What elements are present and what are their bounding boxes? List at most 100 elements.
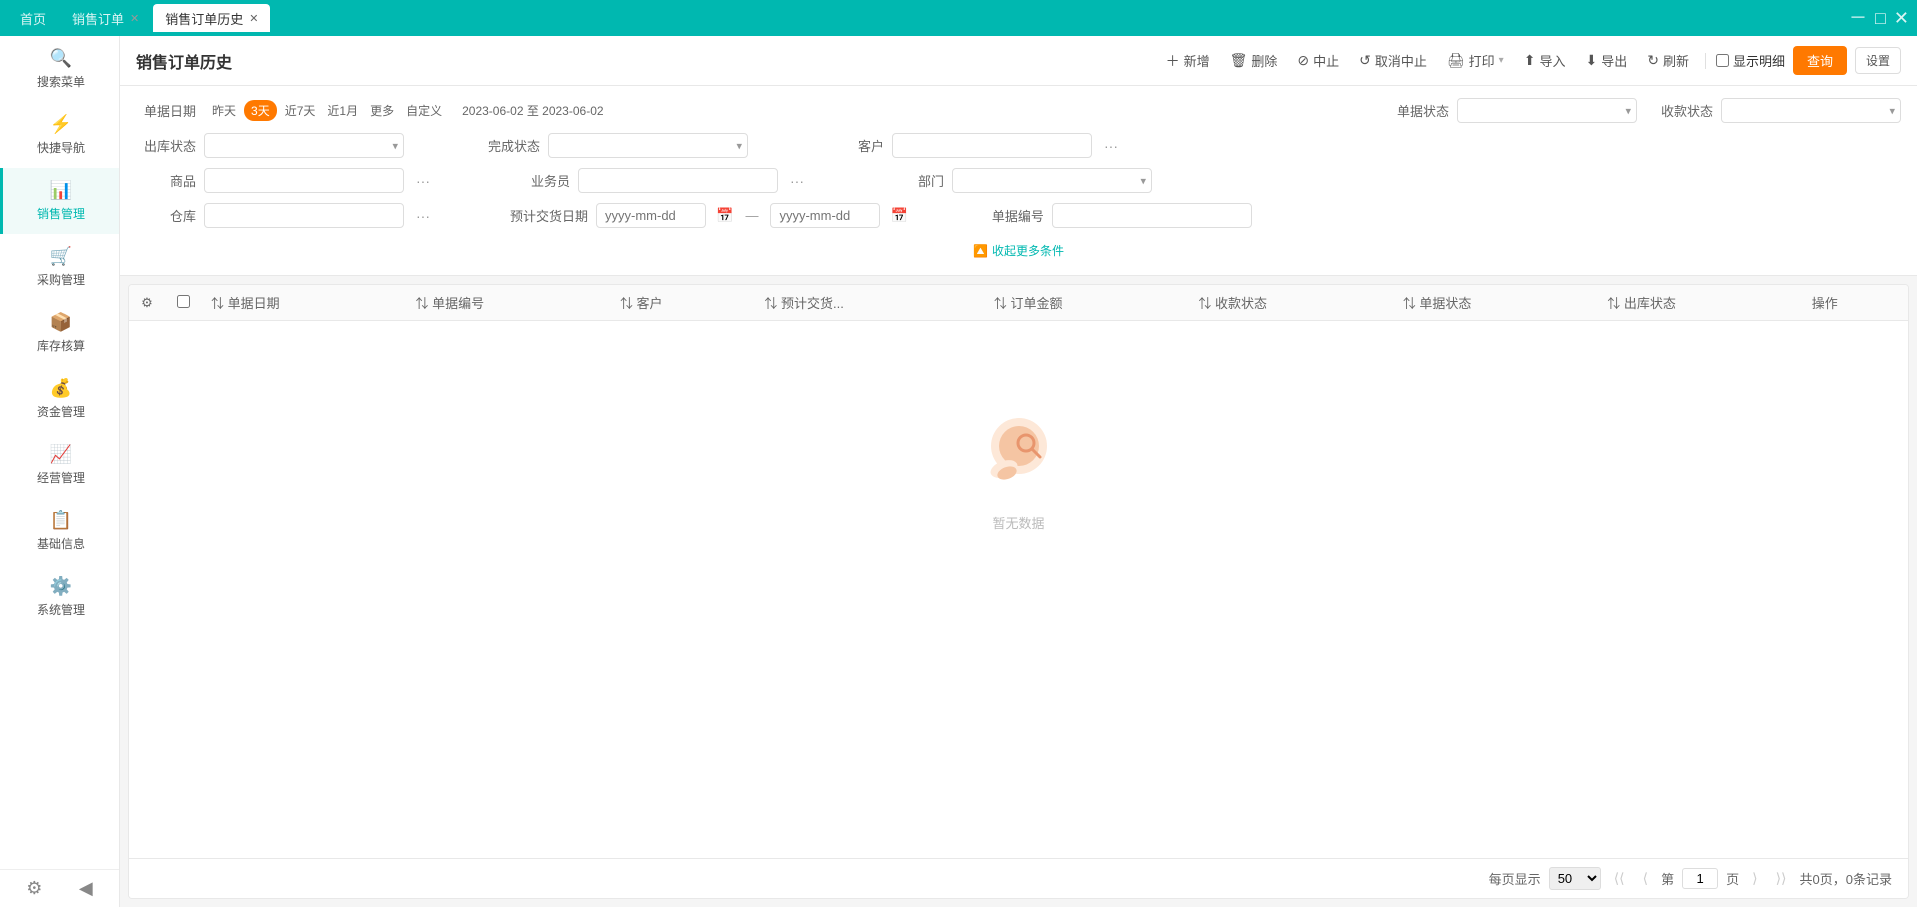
show-detail-checkbox[interactable]: [1716, 54, 1729, 67]
th-customer[interactable]: ⇅ 客户: [610, 285, 754, 321]
date-btn-3days[interactable]: 3天: [244, 100, 277, 121]
close-button[interactable]: ✕: [1894, 9, 1909, 27]
settings-button[interactable]: 设置: [1855, 47, 1901, 74]
customer-input[interactable]: [892, 133, 1092, 158]
delete-label: 删除: [1251, 51, 1277, 70]
date-btn-more[interactable]: 更多: [366, 100, 398, 121]
th-date[interactable]: ⇅ 单据日期: [201, 285, 405, 321]
next-page-button[interactable]: ⟩: [1747, 868, 1762, 889]
select-all-checkbox[interactable]: [177, 295, 190, 308]
order-number-input[interactable]: [1052, 203, 1252, 228]
tab-sales-order-close[interactable]: ✕: [130, 12, 139, 25]
filter-row-3: 商品 ··· 业务员 ··· 部门: [136, 168, 1901, 193]
export-label: 导出: [1601, 51, 1627, 70]
gear-icon[interactable]: ⚙: [141, 295, 153, 310]
toolbar-divider: [1705, 53, 1706, 69]
order-status-select[interactable]: [1457, 98, 1637, 123]
tab-sales-order-history[interactable]: 销售订单历史 ✕: [153, 4, 270, 32]
data-table: ⚙ ⇅ 单据日期 ⇅ 单据编号: [129, 285, 1908, 321]
payment-status-select-wrapper: [1721, 98, 1901, 123]
filter-row-1: 单据日期 昨天 3天 近7天 近1月 更多 自定义 2023-06-02 至 2…: [136, 98, 1901, 123]
collapse-row: 🔼 收起更多条件: [136, 238, 1901, 263]
delete-button[interactable]: 🗑 删除: [1224, 47, 1284, 74]
collapse-label: 收起更多条件: [992, 242, 1064, 259]
delivery-date-end-input[interactable]: [770, 203, 880, 228]
th-delivery-status[interactable]: ⇅ 出库状态: [1597, 285, 1801, 321]
sidebar-item-inventory[interactable]: 📦 库存核算: [0, 300, 119, 366]
department-select[interactable]: [952, 168, 1152, 193]
payment-status-select[interactable]: [1721, 98, 1901, 123]
date-btn-custom[interactable]: 自定义: [402, 100, 446, 121]
completion-status-select[interactable]: [548, 133, 748, 158]
sidebar-item-purchase-mgmt[interactable]: 🛒 采购管理: [0, 234, 119, 300]
per-page-select[interactable]: 10 20 50 100: [1549, 867, 1601, 890]
delivery-status-select[interactable]: [204, 133, 404, 158]
calendar-end-icon[interactable]: 📅: [890, 207, 907, 224]
date-buttons: 昨天 3天 近7天 近1月 更多 自定义: [208, 100, 446, 121]
sidebar-item-search-menu[interactable]: 🔍 搜索菜单: [0, 36, 119, 102]
sidebar-item-operations[interactable]: 📈 经营管理: [0, 432, 119, 498]
filter-completion-status-item: 完成状态: [480, 133, 748, 158]
th-delivery-label: ⇅ 预计交货...: [764, 296, 843, 311]
completion-status-label: 完成状态: [480, 136, 540, 155]
show-detail-checkbox-container[interactable]: 显示明细: [1716, 51, 1785, 70]
product-label: 商品: [136, 171, 196, 190]
page-number-input[interactable]: [1682, 868, 1718, 889]
sidebar-settings-button[interactable]: ⚙: [26, 878, 42, 899]
last-page-button[interactable]: ⟩⟩: [1771, 868, 1792, 889]
toolbar: ＋ 新增 🗑 删除 ⊘ 中止 ↺ 取消中止 🖨 打印: [1160, 46, 1901, 75]
completion-status-select-wrapper: [548, 133, 748, 158]
tab-sales-order[interactable]: 销售订单 ✕: [60, 4, 151, 32]
delivery-date-start-input[interactable]: [596, 203, 706, 228]
sidebar-collapse-button[interactable]: ◀: [79, 878, 93, 899]
show-detail-label: 显示明细: [1733, 51, 1785, 70]
filter-expected-delivery-item: 预计交货日期 📅 — 📅: [510, 203, 908, 228]
sidebar-item-system[interactable]: ⚙️ 系统管理: [0, 564, 119, 630]
customer-dots-button[interactable]: ···: [1100, 138, 1122, 154]
minimize-button[interactable]: －: [1849, 9, 1867, 27]
import-button[interactable]: ⬆ 导入: [1518, 47, 1572, 74]
th-number[interactable]: ⇅ 单据编号: [405, 285, 609, 321]
cancel-stop-button[interactable]: ↺ 取消中止: [1353, 47, 1433, 74]
salesperson-input[interactable]: [578, 168, 778, 193]
tab-sales-order-history-close[interactable]: ✕: [249, 12, 258, 25]
filter-order-number-item: 单据编号: [984, 203, 1252, 228]
maximize-button[interactable]: □: [1875, 9, 1886, 27]
print-button[interactable]: 🖨 打印 ▾: [1441, 47, 1510, 74]
sidebar-item-basic-info[interactable]: 📋 基础信息: [0, 498, 119, 564]
warehouse-input[interactable]: [204, 203, 404, 228]
import-label: 导入: [1539, 51, 1565, 70]
refresh-button[interactable]: ↻ 刷新: [1641, 47, 1695, 74]
refresh-icon: ↻: [1647, 52, 1659, 69]
settings-label: 设置: [1866, 52, 1890, 69]
collapse-button[interactable]: 🔼 收起更多条件: [973, 242, 1064, 259]
th-payment-status[interactable]: ⇅ 收款状态: [1188, 285, 1392, 321]
sidebar-item-quick-nav[interactable]: ⚡ 快捷导航: [0, 102, 119, 168]
date-btn-yesterday[interactable]: 昨天: [208, 100, 240, 121]
sidebar-item-sales-mgmt[interactable]: 📊 销售管理: [0, 168, 119, 234]
product-input[interactable]: [204, 168, 404, 193]
new-button[interactable]: ＋ 新增: [1160, 47, 1216, 75]
sidebar-item-finance[interactable]: 💰 资金管理: [0, 366, 119, 432]
th-delivery[interactable]: ⇅ 预计交货...: [754, 285, 983, 321]
filter-row-4: 仓库 ··· 预计交货日期 📅 — 📅 单据编号: [136, 203, 1901, 228]
query-button[interactable]: 查询: [1793, 46, 1847, 75]
calendar-start-icon[interactable]: 📅: [716, 207, 733, 224]
expected-delivery-label: 预计交货日期: [510, 206, 588, 225]
tab-home[interactable]: 首页: [8, 4, 58, 32]
date-btn-7days[interactable]: 近7天: [281, 100, 320, 121]
export-button[interactable]: ⬇ 导出: [1579, 47, 1633, 74]
th-amount[interactable]: ⇅ 订单金额: [984, 285, 1188, 321]
stop-button[interactable]: ⊘ 中止: [1291, 47, 1345, 74]
order-status-label: 单据状态: [1389, 101, 1449, 120]
th-order-status[interactable]: ⇅ 单据状态: [1393, 285, 1597, 321]
th-number-label: ⇅ 单据编号: [415, 296, 484, 311]
sidebar-item-quick-nav-label: 快捷导航: [37, 139, 85, 156]
first-page-button[interactable]: ⟨⟨: [1609, 868, 1630, 889]
date-btn-1month[interactable]: 近1月: [323, 100, 362, 121]
salesperson-dots-button[interactable]: ···: [786, 173, 808, 189]
prev-page-button[interactable]: ⟨: [1638, 868, 1653, 889]
warehouse-dots-button[interactable]: ···: [412, 208, 434, 224]
product-dots-button[interactable]: ···: [412, 173, 434, 189]
import-icon: ⬆: [1524, 52, 1536, 69]
